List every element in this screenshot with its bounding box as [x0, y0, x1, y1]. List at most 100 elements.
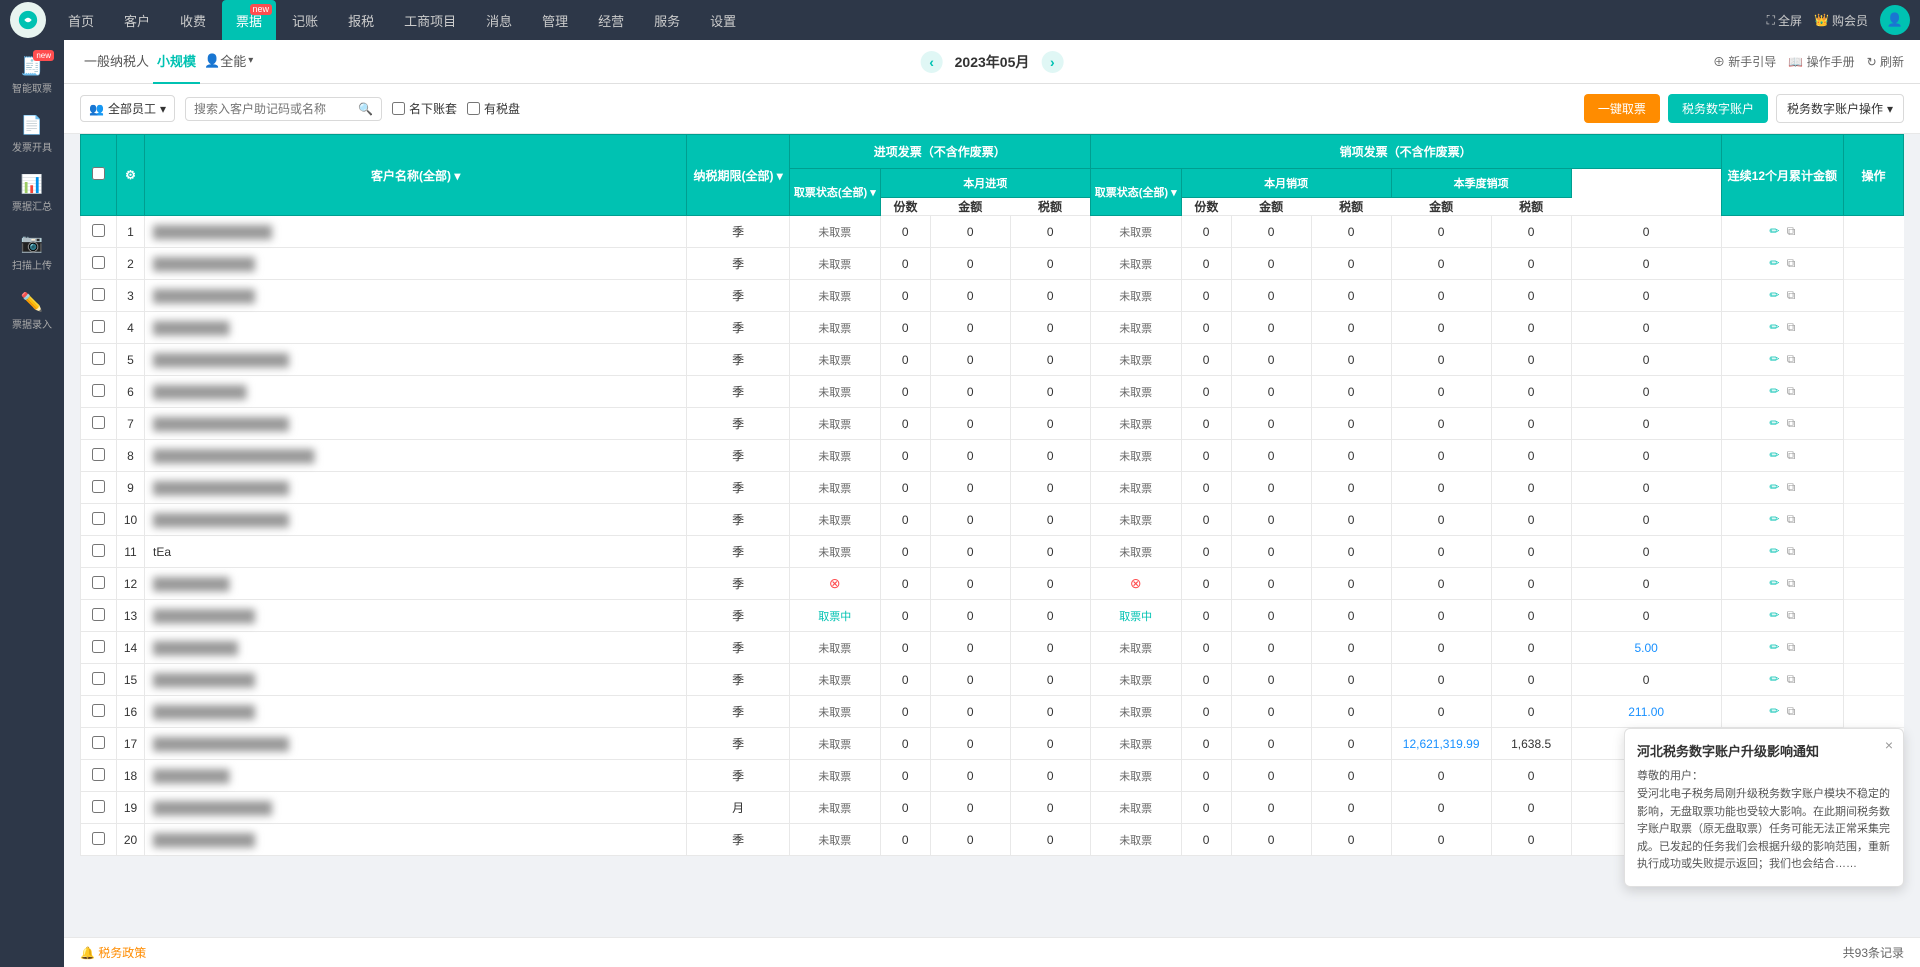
row-edit-icon[interactable]: ✏	[1769, 608, 1779, 622]
cum12-value[interactable]: 5.00	[1634, 641, 1657, 655]
row-copy-icon[interactable]: ⧉	[1787, 320, 1796, 334]
fullscreen-button[interactable]: ⛶ 全屏	[1767, 12, 1802, 29]
sidebar-item-smart-ticket[interactable]: new 🧾 智能取票	[4, 48, 60, 103]
in-status-label: 未取票	[818, 291, 851, 303]
app-logo[interactable]	[10, 2, 46, 38]
row-select-checkbox[interactable]	[92, 352, 105, 365]
row-copy-icon[interactable]: ⧉	[1787, 704, 1796, 718]
row-edit-icon[interactable]: ✏	[1769, 224, 1779, 238]
row-edit-icon[interactable]: ✏	[1769, 352, 1779, 366]
row-select-checkbox[interactable]	[92, 256, 105, 269]
row-select-checkbox[interactable]	[92, 608, 105, 621]
row-out-amount-cell: 0	[1231, 216, 1311, 248]
cum12-value: 0	[1643, 289, 1650, 303]
sidebar-item-scan-upload[interactable]: 📷 扫描上传	[4, 225, 60, 280]
new-guide-link[interactable]: ⊕ 新手引导	[1713, 53, 1776, 70]
row-select-checkbox[interactable]	[92, 736, 105, 749]
row-copy-icon[interactable]: ⧉	[1787, 352, 1796, 366]
row-edit-icon[interactable]: ✏	[1769, 512, 1779, 526]
row-select-checkbox[interactable]	[92, 288, 105, 301]
row-select-checkbox[interactable]	[92, 544, 105, 557]
row-copy-icon[interactable]: ⧉	[1787, 672, 1796, 686]
one-click-ticket-button[interactable]: 一键取票	[1584, 94, 1660, 123]
sidebar-item-invoice-summary[interactable]: 📊 票据汇总	[4, 166, 60, 221]
row-edit-icon[interactable]: ✏	[1769, 320, 1779, 334]
nav-invoice[interactable]: 票据 new	[222, 0, 276, 40]
search-icon[interactable]: 🔍	[358, 102, 373, 116]
user-avatar[interactable]: 👤	[1880, 5, 1910, 35]
cum12-value[interactable]: 211.00	[1628, 705, 1664, 719]
row-select-checkbox[interactable]	[92, 512, 105, 525]
row-copy-icon[interactable]: ⧉	[1787, 544, 1796, 558]
nav-operation[interactable]: 经营	[584, 0, 638, 40]
row-select-checkbox[interactable]	[92, 384, 105, 397]
row-edit-icon[interactable]: ✏	[1769, 384, 1779, 398]
notice-close-button[interactable]: ×	[1885, 737, 1893, 753]
qtr-amount-value[interactable]: 12,621,319.99	[1403, 737, 1480, 751]
row-select-checkbox[interactable]	[92, 320, 105, 333]
row-select-checkbox[interactable]	[92, 832, 105, 845]
row-copy-icon[interactable]: ⧉	[1787, 640, 1796, 654]
row-in-tax-cell: 0	[1010, 696, 1090, 728]
search-input[interactable]	[194, 102, 354, 116]
tab-small-scale[interactable]: 小规模	[153, 40, 200, 84]
manual-link[interactable]: 📖 操作手册	[1788, 53, 1854, 70]
row-copy-icon[interactable]: ⧉	[1787, 576, 1796, 590]
row-edit-icon[interactable]: ✏	[1769, 480, 1779, 494]
nav-home[interactable]: 首页	[54, 0, 108, 40]
nav-business[interactable]: 工商项目	[390, 0, 470, 40]
digital-account-button[interactable]: 税务数字账户	[1668, 94, 1768, 123]
row-edit-icon[interactable]: ✏	[1769, 416, 1779, 430]
nav-settings[interactable]: 设置	[696, 0, 750, 40]
row-select-checkbox[interactable]	[92, 576, 105, 589]
checkbox-has-tax-disk[interactable]: 有税盘	[467, 100, 520, 117]
nav-bookkeeping[interactable]: 记账	[278, 0, 332, 40]
row-edit-icon[interactable]: ✏	[1769, 640, 1779, 654]
row-edit-icon[interactable]: ✏	[1769, 448, 1779, 462]
row-copy-icon[interactable]: ⧉	[1787, 480, 1796, 494]
tax-policy-link[interactable]: 🔔 税务政策	[80, 944, 146, 961]
nav-client[interactable]: 客户	[110, 0, 164, 40]
employee-select[interactable]: 👥 全部员工 ▾	[80, 95, 175, 122]
checkbox-sub-account[interactable]: 名下账套	[392, 100, 457, 117]
member-button[interactable]: 👑 购会员	[1814, 12, 1868, 29]
row-select-checkbox[interactable]	[92, 448, 105, 461]
row-edit-icon[interactable]: ✏	[1769, 544, 1779, 558]
row-select-checkbox[interactable]	[92, 224, 105, 237]
row-select-checkbox[interactable]	[92, 672, 105, 685]
row-period-cell: 季	[687, 696, 789, 728]
row-copy-icon[interactable]: ⧉	[1787, 416, 1796, 430]
row-edit-icon[interactable]: ✏	[1769, 256, 1779, 270]
row-select-checkbox[interactable]	[92, 640, 105, 653]
nav-fee[interactable]: 收费	[166, 0, 220, 40]
nav-tax[interactable]: 报税	[334, 0, 388, 40]
nav-service[interactable]: 服务	[640, 0, 694, 40]
row-edit-icon[interactable]: ✏	[1769, 288, 1779, 302]
row-select-checkbox[interactable]	[92, 800, 105, 813]
row-edit-icon[interactable]: ✏	[1769, 704, 1779, 718]
sidebar-item-invoice-entry[interactable]: ✏️ 票据录入	[4, 284, 60, 339]
refresh-link[interactable]: ↻ 刷新	[1867, 53, 1904, 70]
sidebar-item-invoice-open[interactable]: 📄 发票开具	[4, 107, 60, 162]
row-copy-icon[interactable]: ⧉	[1787, 224, 1796, 238]
row-select-checkbox[interactable]	[92, 704, 105, 717]
row-copy-icon[interactable]: ⧉	[1787, 288, 1796, 302]
row-copy-icon[interactable]: ⧉	[1787, 608, 1796, 622]
tab-all-capable[interactable]: 👤 全能 ▾	[200, 40, 257, 84]
digital-account-dropdown[interactable]: 税务数字账户操作 ▾	[1776, 94, 1904, 123]
row-edit-icon[interactable]: ✏	[1769, 576, 1779, 590]
nav-message[interactable]: 消息	[472, 0, 526, 40]
row-copy-icon[interactable]: ⧉	[1787, 384, 1796, 398]
date-prev-button[interactable]: ‹	[921, 51, 943, 73]
row-copy-icon[interactable]: ⧉	[1787, 512, 1796, 526]
row-edit-icon[interactable]: ✏	[1769, 672, 1779, 686]
tab-general-taxpayer[interactable]: 一般纳税人	[80, 40, 153, 84]
row-copy-icon[interactable]: ⧉	[1787, 448, 1796, 462]
select-all-checkbox[interactable]	[92, 167, 105, 180]
row-select-checkbox[interactable]	[92, 480, 105, 493]
nav-manage[interactable]: 管理	[528, 0, 582, 40]
row-select-checkbox[interactable]	[92, 416, 105, 429]
date-next-button[interactable]: ›	[1041, 51, 1063, 73]
row-select-checkbox[interactable]	[92, 768, 105, 781]
row-copy-icon[interactable]: ⧉	[1787, 256, 1796, 270]
